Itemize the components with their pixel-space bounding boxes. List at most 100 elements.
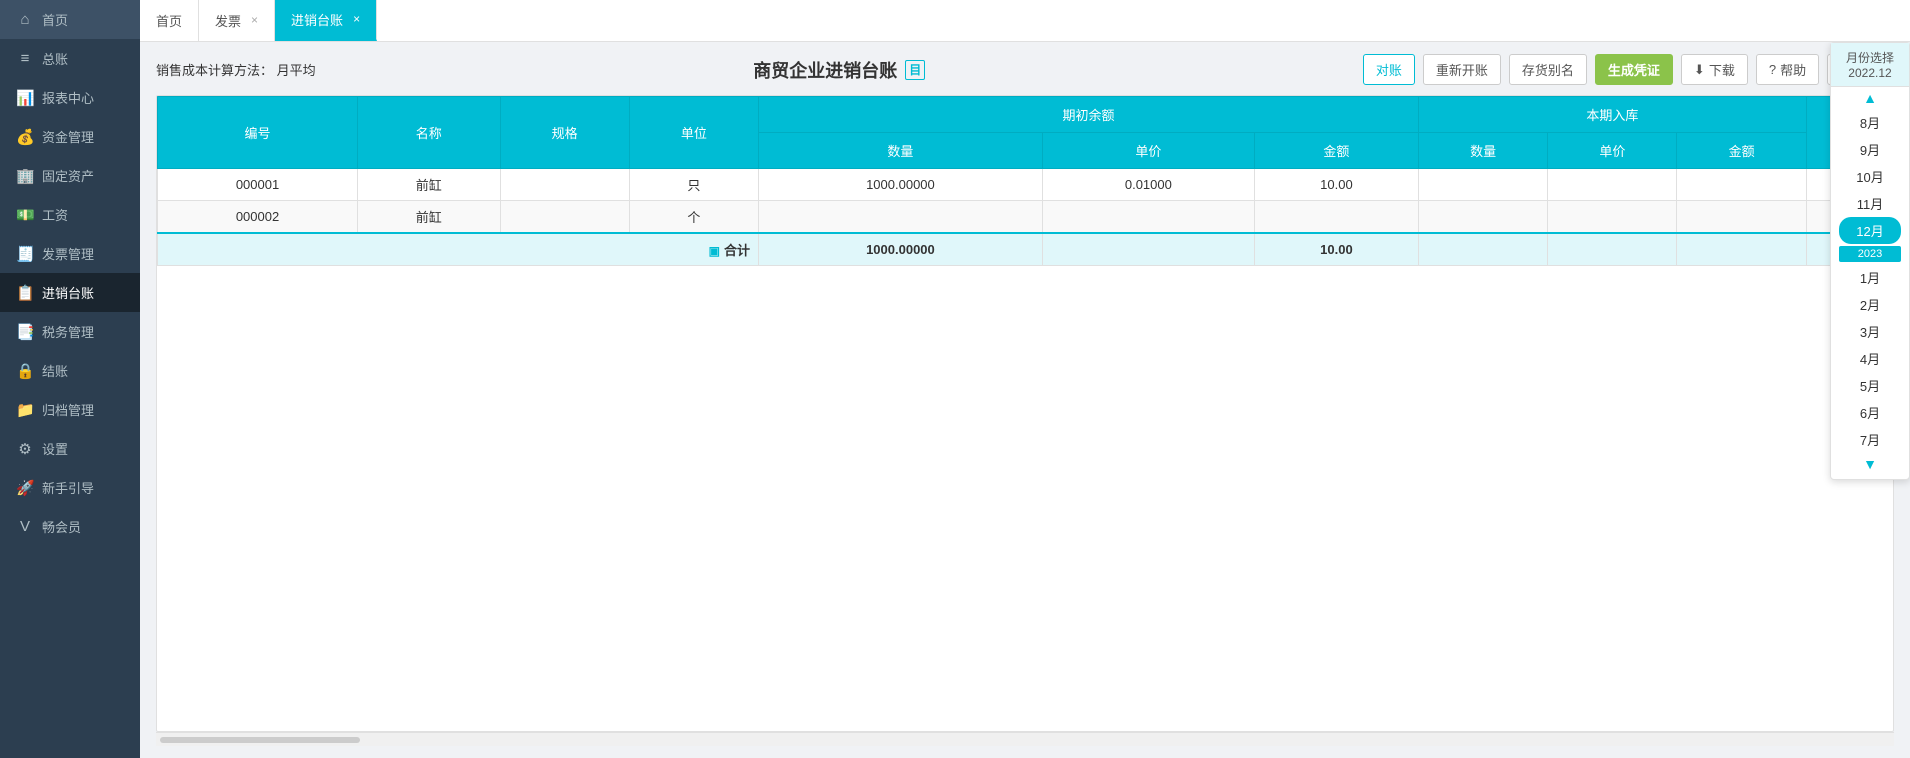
tab-invoice[interactable]: 发票 × — [199, 0, 275, 41]
vip-icon: V — [16, 518, 34, 535]
tab-inventory-close[interactable]: × — [353, 12, 360, 26]
download-button[interactable]: ⬇ 下载 — [1681, 54, 1748, 85]
sidebar: ⌂ 首页 ≡ 总账 📊 报表中心 💰 资金管理 🏢 固定资产 💵 工资 🧾 发票… — [0, 0, 140, 758]
sidebar-item-label: 结账 — [42, 361, 68, 380]
main-area: 首页 发票 × 进销台账 × ✕ ⤢ 销售成本计算方法： 月平均 — [140, 0, 1910, 758]
reconcile-button[interactable]: 对账 — [1363, 54, 1415, 85]
help-icon: ? — [1769, 62, 1776, 77]
total-row: ▣合计 1000.00000 10.00 — [158, 233, 1893, 266]
total-open-price — [1042, 233, 1254, 266]
sidebar-item-label: 进销台账 — [42, 283, 94, 302]
sidebar-item-funds[interactable]: 💰 资金管理 — [0, 117, 140, 156]
generate-voucher-button[interactable]: 生成凭证 — [1595, 54, 1673, 85]
sidebar-item-closing[interactable]: 🔒 结账 — [0, 351, 140, 390]
month-item-4[interactable]: 4月 — [1831, 345, 1894, 372]
tab-bar: 首页 发票 × 进销台账 × — [140, 0, 1910, 42]
month-item-2[interactable]: 2月 — [1831, 291, 1894, 318]
sidebar-item-label: 税务管理 — [42, 322, 94, 341]
toolbar: 对账 重新开账 存货别名 生成凭证 ⬇ 下载 ? 帮助 — [1363, 54, 1894, 85]
total-icon: ▣ — [709, 244, 720, 258]
content-area: ✕ ⤢ 销售成本计算方法： 月平均 商贸企业进销台账 目 对账 — [140, 42, 1910, 758]
funds-icon: 💰 — [16, 128, 34, 146]
tab-home-label: 首页 — [156, 11, 182, 30]
invoice-mgmt-icon: 🧾 — [16, 245, 34, 263]
help-button[interactable]: ? 帮助 — [1756, 54, 1819, 85]
month-item-6[interactable]: 6月 — [1831, 399, 1894, 426]
tab-inventory[interactable]: 进销台账 × — [275, 0, 377, 41]
reopen-button[interactable]: 重新开账 — [1423, 54, 1501, 85]
cell-open-qty: 1000.00000 — [759, 169, 1043, 201]
sidebar-item-invoice-mgmt[interactable]: 🧾 发票管理 — [0, 234, 140, 273]
cell-in-price — [1548, 169, 1677, 201]
table-row: 000001 前缸 只 1000.00000 0.01000 10.00 — [158, 169, 1893, 201]
horizontal-scrollbar[interactable] — [160, 737, 360, 743]
month-item-11[interactable]: 11月 — [1831, 190, 1894, 217]
tab-inventory-label: 进销台账 — [291, 10, 343, 29]
inventory-table-wrapper: 编号 名称 规格 单位 期初余额 本期入库 数 数量 单价 金额 数 — [156, 95, 1894, 732]
month-item-10[interactable]: 10月 — [1831, 163, 1894, 190]
sidebar-item-label: 新手引导 — [42, 478, 94, 497]
month-item-8[interactable]: 8月 — [1831, 109, 1894, 136]
scrollbar-area[interactable] — [156, 732, 1894, 746]
assets-icon: 🏢 — [16, 167, 34, 185]
total-in-qty — [1419, 233, 1548, 266]
cost-method-value: 月平均 — [277, 63, 316, 78]
cell-spec — [500, 201, 629, 234]
sidebar-item-label: 报表中心 — [42, 88, 94, 107]
month-item-5[interactable]: 5月 — [1831, 372, 1894, 399]
sidebar-item-archive[interactable]: 📁 归档管理 — [0, 390, 140, 429]
sidebar-item-tax[interactable]: 📑 税务管理 — [0, 312, 140, 351]
sidebar-item-assets[interactable]: 🏢 固定资产 — [0, 156, 140, 195]
th-open-amount: 金额 — [1254, 133, 1418, 169]
inventory-table: 编号 名称 规格 单位 期初余额 本期入库 数 数量 单价 金额 数 — [157, 96, 1893, 266]
month-nav-down[interactable]: ▼ — [1831, 453, 1894, 475]
tab-home[interactable]: 首页 — [140, 0, 199, 41]
save-alias-button[interactable]: 存货别名 — [1509, 54, 1587, 85]
title-info-icon[interactable]: 目 — [905, 60, 925, 80]
top-bar: 销售成本计算方法： 月平均 商贸企业进销台账 目 对账 重新开账 存货别名 — [156, 54, 1894, 85]
payroll-icon: 💵 — [16, 206, 34, 224]
sidebar-item-settings[interactable]: ⚙ 设置 — [0, 429, 140, 468]
th-open-price: 单价 — [1042, 133, 1254, 169]
total-label: ▣合计 — [158, 233, 759, 266]
th-unit: 单位 — [629, 97, 758, 169]
settings-icon: ⚙ — [16, 440, 34, 458]
total-open-qty: 1000.00000 — [759, 233, 1043, 266]
cell-in-amount — [1677, 169, 1806, 201]
sidebar-item-guide[interactable]: 🚀 新手引导 — [0, 468, 140, 507]
tax-icon: 📑 — [16, 323, 34, 341]
sidebar-item-home[interactable]: ⌂ 首页 — [0, 0, 140, 39]
cell-in-amount — [1677, 201, 1806, 234]
sidebar-item-label: 发票管理 — [42, 244, 94, 263]
month-item-9[interactable]: 9月 — [1831, 136, 1894, 163]
tab-invoice-label: 发票 — [215, 11, 241, 30]
month-nav-up[interactable]: ▲ — [1831, 95, 1894, 109]
table-row: 000002 前缸 个 — [158, 201, 1893, 234]
cell-open-price: 0.01000 — [1042, 169, 1254, 201]
month-item-12[interactable]: 12月 — [1839, 217, 1894, 244]
month-item-3[interactable]: 3月 — [1831, 318, 1894, 345]
sidebar-item-payroll[interactable]: 💵 工资 — [0, 195, 140, 234]
total-in-price — [1548, 233, 1677, 266]
cell-open-amount: 10.00 — [1254, 169, 1418, 201]
sidebar-item-inventory[interactable]: 📋 进销台账 — [0, 273, 140, 312]
sidebar-item-label: 归档管理 — [42, 400, 94, 419]
archive-icon: 📁 — [16, 401, 34, 419]
th-spec: 规格 — [500, 97, 629, 169]
sidebar-item-vip[interactable]: V 畅会员 — [0, 507, 140, 546]
cell-unit: 只 — [629, 169, 758, 201]
month-item-1[interactable]: 1月 — [1831, 264, 1894, 291]
cell-open-amount — [1254, 201, 1418, 234]
tab-invoice-close[interactable]: × — [251, 13, 258, 27]
sidebar-item-ledger[interactable]: ≡ 总账 — [0, 39, 140, 78]
month-prev-icon[interactable]: ▲ — [1859, 95, 1881, 106]
cell-open-qty — [759, 201, 1043, 234]
month-next-icon[interactable]: ▼ — [1859, 456, 1881, 472]
closing-icon: 🔒 — [16, 362, 34, 380]
cell-spec — [500, 169, 629, 201]
cell-name: 前缸 — [358, 201, 500, 234]
sidebar-item-reports[interactable]: 📊 报表中心 — [0, 78, 140, 117]
cell-in-price — [1548, 201, 1677, 234]
month-item-7[interactable]: 7月 — [1831, 426, 1894, 453]
home-icon: ⌂ — [16, 11, 34, 28]
